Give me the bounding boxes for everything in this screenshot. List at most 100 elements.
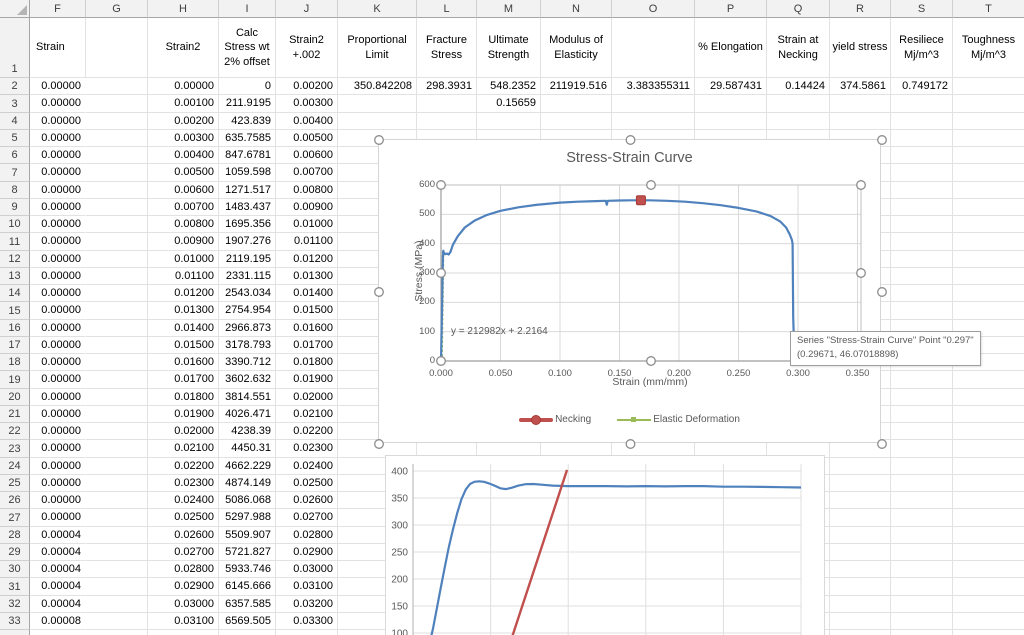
cell-F34[interactable] [30,630,86,635]
cell-Q4[interactable] [767,112,830,130]
cell-T30[interactable] [953,561,1024,579]
cell-T9[interactable] [953,199,1024,216]
cell-T27[interactable] [953,509,1024,527]
cell-G27[interactable] [86,509,148,527]
cell-T12[interactable] [953,251,1024,268]
cell-I7[interactable]: 1059.598 [219,164,276,182]
row-header-1[interactable]: 1 [0,18,30,78]
cell-H11[interactable]: 0.00900 [148,233,219,251]
cell-J21[interactable]: 0.02100 [276,405,338,423]
cell-I6[interactable]: 847.6781 [219,147,276,165]
cell-H5[interactable]: 0.00300 [148,129,219,147]
cell-O4[interactable] [612,112,695,130]
cell-G7[interactable] [86,164,148,182]
column-header-H[interactable]: H [148,0,219,18]
cell-F20[interactable]: 0.00000 [30,389,86,406]
cell-S6[interactable] [891,147,953,165]
cell-R31[interactable] [830,578,891,596]
cell-M4[interactable] [477,112,541,130]
cell-H4[interactable]: 0.00200 [148,112,219,130]
cell-H29[interactable]: 0.02700 [148,543,219,561]
cell-G9[interactable] [86,198,148,216]
cell-I11[interactable]: 1907.276 [219,233,276,251]
cell-S27[interactable] [891,509,953,527]
cell-S34[interactable] [891,630,953,635]
cell-G8[interactable] [86,181,148,199]
cell-L4[interactable] [417,112,477,130]
cell-S15[interactable] [891,302,953,320]
cell-T34[interactable] [953,630,1024,635]
cell-F23[interactable]: 0.00000 [30,440,86,458]
cell-R3[interactable] [830,95,891,113]
resize-handle-icon[interactable] [646,356,656,366]
cell-T8[interactable] [953,182,1024,199]
column-header-T[interactable]: T [953,0,1024,18]
cell-J28[interactable]: 0.02800 [276,526,338,544]
cell-S9[interactable] [891,198,953,216]
cell-F2[interactable]: 0.00000 [30,78,86,96]
cell-F19[interactable]: 0.00000 [30,371,86,389]
column-header-L[interactable]: L [417,0,477,18]
column-header-R[interactable]: R [830,0,891,18]
cell-G30[interactable] [86,561,148,579]
cell-G13[interactable] [86,267,148,285]
row-header-13[interactable]: 13 [0,267,30,285]
selection-handles[interactable] [374,135,887,449]
row-header-29[interactable]: 29 [0,543,30,561]
cell-R34[interactable] [830,630,891,635]
row-header-22[interactable]: 22 [0,423,30,441]
cell-I1[interactable]: Calc Stress wt 2% offset [219,18,276,78]
cell-F4[interactable]: 0.00000 [30,113,86,130]
cell-F29[interactable]: 0.00004 [30,544,86,561]
cell-O1[interactable] [612,18,695,78]
row-header-26[interactable]: 26 [0,492,30,510]
cell-G14[interactable] [86,285,148,303]
cell-J27[interactable]: 0.02700 [276,509,338,527]
resize-handle-icon[interactable] [436,356,446,366]
cell-I27[interactable]: 5297.988 [219,509,276,527]
row-header-27[interactable]: 27 [0,509,30,527]
cell-P2[interactable]: 29.587431 [695,78,767,96]
legend-item-necking[interactable]: Necking [519,414,591,425]
cell-R29[interactable] [830,543,891,561]
cell-G28[interactable] [86,526,148,544]
cell-N1[interactable]: Modulus of Elasticity [541,18,612,78]
column-header-K[interactable]: K [338,0,417,18]
cell-S10[interactable] [891,216,953,234]
cell-I4[interactable]: 423.839 [219,112,276,130]
cell-T7[interactable] [953,164,1024,182]
cell-H30[interactable]: 0.02800 [148,561,219,579]
row-header-10[interactable]: 10 [0,216,30,234]
column-header-P[interactable]: P [695,0,767,18]
legend-item-elastic-deformation[interactable]: Elastic Deformation [617,414,740,425]
cell-T10[interactable] [953,216,1024,234]
cell-R28[interactable] [830,526,891,544]
row-header-24[interactable]: 24 [0,457,30,475]
cell-Q1[interactable]: Strain at Necking [767,18,830,78]
cell-K1[interactable]: Proportional Limit [338,18,417,78]
cell-I22[interactable]: 4238.39 [219,423,276,441]
cell-I13[interactable]: 2331.115 [219,267,276,285]
cell-H22[interactable]: 0.02000 [148,423,219,441]
cell-G10[interactable] [86,216,148,234]
cell-S29[interactable] [891,543,953,561]
row-header-6[interactable]: 6 [0,147,30,165]
cell-G12[interactable] [86,250,148,268]
cell-H15[interactable]: 0.01300 [148,302,219,320]
cell-F28[interactable]: 0.00004 [30,527,86,544]
cell-J12[interactable]: 0.01200 [276,250,338,268]
cell-T22[interactable] [953,423,1024,441]
cell-T25[interactable] [953,475,1024,492]
row-header-14[interactable]: 14 [0,285,30,303]
series-necking-point[interactable] [635,195,646,206]
cell-F13[interactable]: 0.00000 [30,268,86,285]
cell-F32[interactable]: 0.00004 [30,596,86,613]
cell-I33[interactable]: 6569.505 [219,612,276,630]
cell-F9[interactable]: 0.00000 [30,199,86,216]
column-header-O[interactable]: O [612,0,695,18]
cell-J22[interactable]: 0.02200 [276,423,338,441]
cell-J13[interactable]: 0.01300 [276,267,338,285]
cell-F21[interactable]: 0.00000 [30,406,86,423]
cell-I21[interactable]: 4026.471 [219,405,276,423]
cell-M1[interactable]: Ultimate Strength [477,18,541,78]
